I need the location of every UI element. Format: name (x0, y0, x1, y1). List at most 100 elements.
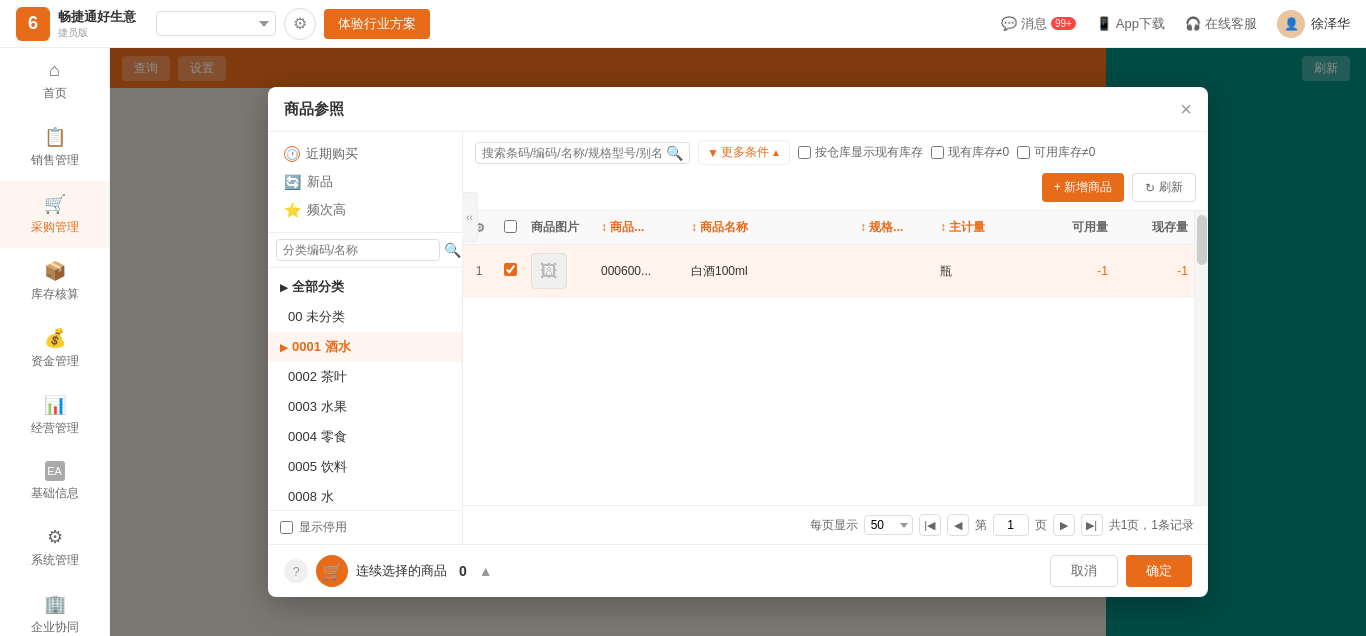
warehouse-checkbox[interactable] (798, 146, 811, 159)
show-disabled-label: 显示停用 (299, 519, 347, 536)
row-stock: -1 (1114, 245, 1194, 298)
settings-icon-btn[interactable]: ⚙ (284, 8, 316, 40)
cart-icon: 🛒 (322, 562, 342, 581)
cart-icon-btn[interactable]: 🛒 (316, 555, 348, 587)
experience-btn[interactable]: 体验行业方案 (324, 9, 430, 39)
col-name-header[interactable]: ↕ 商品名称 (685, 211, 854, 245)
filter-more-btn[interactable]: ▼ 更多条件 ▲ (698, 140, 790, 165)
product-img-placeholder: 🖼 (540, 261, 558, 282)
sidebar-item-purchase[interactable]: 🛒 采购管理 (0, 181, 109, 248)
page-input[interactable] (993, 514, 1029, 536)
cat-all[interactable]: ▶ 全部分类 (268, 272, 462, 302)
cat-item-00[interactable]: 00 未分类 (268, 302, 462, 332)
refresh-btn[interactable]: ↻ 刷新 (1132, 173, 1196, 202)
row-name: 白酒100ml (685, 245, 854, 298)
cat-item-0005[interactable]: 0005 饮料 (268, 452, 462, 482)
page-last-btn[interactable]: ▶| (1081, 514, 1103, 536)
row-check[interactable] (495, 245, 525, 298)
row-spec (854, 245, 934, 298)
cat-item-0004[interactable]: 0004 零食 (268, 422, 462, 452)
system-icon: ⚙ (47, 526, 63, 548)
new-products-item[interactable]: 🔄 新品 (276, 168, 454, 196)
avail-ne0-checkbox[interactable] (1017, 146, 1030, 159)
category-search-icon[interactable]: 🔍 (444, 242, 461, 258)
sidebar-item-enterprise[interactable]: 🏢 企业协同 (0, 581, 109, 636)
logo-text-block: 畅捷通好生意 捷员版 (58, 8, 136, 40)
store-selector[interactable]: 日太阳膜 (156, 11, 276, 36)
app-download-item[interactable]: 📱 App下载 (1096, 15, 1165, 33)
search-input-wrap: 🔍 (475, 142, 690, 164)
show-disabled-bar: 显示停用 (268, 510, 462, 544)
sidebar-item-sales[interactable]: 📋 销售管理 (0, 114, 109, 181)
frequent-item[interactable]: ⭐ 频次高 (276, 196, 454, 224)
page-unit: 页 (1035, 517, 1047, 534)
filter-actions: + 新增商品 ↻ 刷新 (1042, 173, 1196, 202)
col-code-header[interactable]: ↕ 商品... (595, 211, 685, 245)
col-avail-header: 可用量 (1014, 211, 1114, 245)
left-nav: 🕐 近期购买 🔄 新品 ⭐ 频次高 (268, 132, 462, 233)
cancel-btn[interactable]: 取消 (1050, 555, 1118, 587)
dialog-title: 商品参照 (284, 100, 344, 119)
scrollbar-thumb (1197, 215, 1207, 265)
col-unit-header[interactable]: ↕ 主计量 (934, 211, 1014, 245)
footer-actions: 取消 确定 (1050, 555, 1192, 587)
online-service-item[interactable]: 🎧 在线客服 (1185, 15, 1257, 33)
table-container: ⚙ 商品图片 ↕ 商品... (463, 211, 1208, 505)
recent-buy-item[interactable]: 🕐 近期购买 (276, 140, 454, 168)
cat-item-0008[interactable]: 0008 水 (268, 482, 462, 510)
continuous-label: 连续选择的商品 (356, 562, 447, 580)
collapse-up-icon[interactable]: ▲ (479, 563, 493, 579)
sidebar-item-finance[interactable]: 💰 资金管理 (0, 315, 109, 382)
sidebar-item-inventory[interactable]: 📦 库存核算 (0, 248, 109, 315)
confirm-btn[interactable]: 确定 (1126, 555, 1192, 587)
search-icon[interactable]: 🔍 (666, 145, 683, 161)
cat-item-0002[interactable]: 0002 茶叶 (268, 362, 462, 392)
cat-item-0003[interactable]: 0003 水果 (268, 392, 462, 422)
col-check-header[interactable] (495, 211, 525, 245)
sidebar-item-basic[interactable]: EA 基础信息 (0, 449, 109, 514)
message-badge: 99+ (1051, 17, 1076, 30)
business-icon: 📊 (44, 394, 66, 416)
col-spec-header[interactable]: ↕ 规格... (854, 211, 934, 245)
sidebar: ⌂ 首页 📋 销售管理 🛒 采购管理 📦 库存核算 💰 资金管理 📊 经营管理 … (0, 48, 110, 636)
user-avatar-item[interactable]: 👤 徐泽华 (1277, 10, 1350, 38)
row-checkbox[interactable] (504, 263, 517, 276)
username-label: 徐泽华 (1311, 15, 1350, 33)
page-prev-btn[interactable]: ◀ (947, 514, 969, 536)
row-num: 1 (463, 245, 495, 298)
message-icon: 💬 (1001, 16, 1017, 31)
filter-bar: 🔍 ▼ 更多条件 ▲ 按仓库显示现有库存 (463, 132, 1208, 211)
filter-stock-ne0-check[interactable]: 现有库存≠0 (931, 144, 1009, 161)
filter-warehouse-check[interactable]: 按仓库显示现有库存 (798, 144, 923, 161)
sidebar-item-system[interactable]: ⚙ 系统管理 (0, 514, 109, 581)
message-item[interactable]: 💬 消息 99+ (1001, 15, 1076, 33)
filter-avail-ne0-check[interactable]: 可用库存≠0 (1017, 144, 1095, 161)
sidebar-item-home[interactable]: ⌂ 首页 (0, 48, 109, 114)
dialog-close-btn[interactable]: × (1180, 99, 1192, 119)
message-label: 消息 (1021, 15, 1047, 33)
product-search-input[interactable] (482, 146, 662, 160)
table-row[interactable]: 1 🖼 (463, 245, 1194, 298)
stock-ne0-checkbox[interactable] (931, 146, 944, 159)
add-product-btn[interactable]: + 新增商品 (1042, 173, 1124, 202)
modal-overlay: 商品参照 × 🕐 近期购买 🔄 (110, 48, 1366, 636)
col-stock-header: 现存量 (1114, 211, 1194, 245)
purchase-icon: 🛒 (44, 193, 66, 215)
dialog-footer: ? 🛒 连续选择的商品 0 ▲ 取消 确定 (268, 544, 1208, 597)
col-img-header: 商品图片 (525, 211, 595, 245)
left-collapse-btn[interactable]: ‹‹ (462, 192, 478, 242)
select-all-checkbox[interactable] (504, 220, 517, 233)
cat-item-0001[interactable]: ▶ 0001 酒水 (268, 332, 462, 362)
sidebar-item-business[interactable]: 📊 经营管理 (0, 382, 109, 449)
page-first-btn[interactable]: |◀ (919, 514, 941, 536)
show-disabled-checkbox[interactable] (280, 521, 293, 534)
page-size-select[interactable]: 50 10 20 100 (864, 515, 913, 535)
table-scroll-area[interactable]: ⚙ 商品图片 ↕ 商品... (463, 211, 1194, 505)
help-icon-btn[interactable]: ? (284, 559, 308, 583)
logo-icon: 6 (16, 7, 50, 41)
app-logo[interactable]: 6 畅捷通好生意 捷员版 (16, 7, 136, 41)
category-list: ▶ 全部分类 00 未分类 ▶ 0001 酒水 0002 茶叶 0003 水果 … (268, 268, 462, 510)
category-search-input[interactable] (276, 239, 440, 261)
table-scrollbar[interactable] (1194, 211, 1208, 505)
page-next-btn[interactable]: ▶ (1053, 514, 1075, 536)
